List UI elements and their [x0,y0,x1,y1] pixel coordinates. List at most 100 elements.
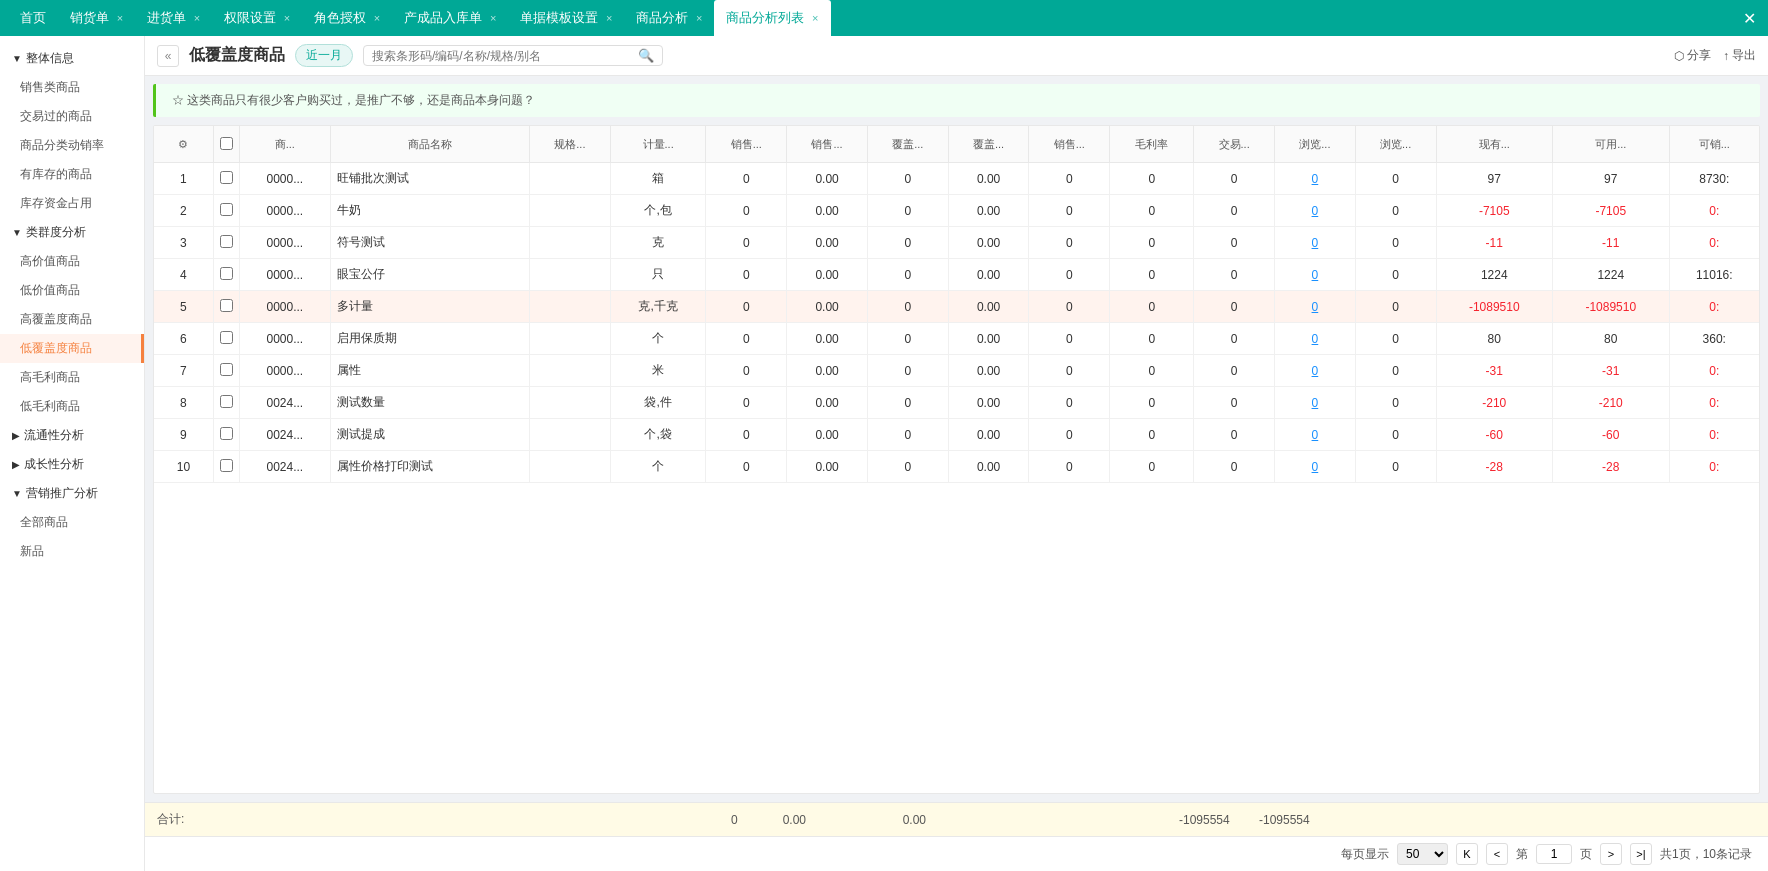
row-coverage1: 0 [867,227,948,259]
sidebar-item-low-coverage[interactable]: 低覆盖度商品 [0,334,144,363]
page-size-select[interactable]: 50 20 100 [1397,843,1448,865]
sidebar-section-quality[interactable]: ▼ 类群度分析 [0,218,144,247]
row-current-stock: 97 [1436,163,1552,195]
row-checkbox[interactable] [220,171,233,184]
collapse-sidebar-button[interactable]: « [157,45,179,67]
close-purchase-icon[interactable]: × [194,12,200,24]
row-checkbox[interactable] [220,363,233,376]
row-checkbox[interactable] [220,203,233,216]
sidebar-item-new-products[interactable]: 新品 [0,537,144,566]
nav-item-analytics[interactable]: 商品分析 × [624,0,714,36]
row-checkbox-cell[interactable] [213,387,239,419]
sidebar-item-traded-products[interactable]: 交易过的商品 [0,102,144,131]
sidebar-section-growth[interactable]: ▶ 成长性分析 [0,450,144,479]
row-checkbox-cell[interactable] [213,451,239,483]
sidebar-item-all-products[interactable]: 全部商品 [0,508,144,537]
close-products-icon[interactable]: × [490,12,496,24]
first-page-button[interactable]: K [1456,843,1478,865]
nav-item-roles[interactable]: 角色授权 × [302,0,392,36]
row-current-stock: 80 [1436,323,1552,355]
sidebar-item-low-value[interactable]: 低价值商品 [0,276,144,305]
nav-item-sales[interactable]: 销货单 × [58,0,135,36]
row-code: 0000... [239,227,330,259]
sidebar-section-flow[interactable]: ▶ 流通性分析 [0,421,144,450]
next-page-button[interactable]: > [1600,843,1622,865]
nav-item-templates[interactable]: 单据模板设置 × [508,0,624,36]
row-checkbox-cell[interactable] [213,355,239,387]
close-templates-icon[interactable]: × [606,12,612,24]
last-page-button[interactable]: >| [1630,843,1652,865]
sidebar-section-overall[interactable]: ▼ 整体信息 [0,44,144,73]
settings-icon[interactable]: ⚙ [173,134,193,154]
row-name: 眼宝公仔 [330,259,529,291]
row-coverage1: 0 [867,195,948,227]
sidebar-item-sales-products[interactable]: 销售类商品 [0,73,144,102]
sidebar-item-low-profit[interactable]: 低毛利商品 [0,392,144,421]
sidebar-item-high-profit[interactable]: 高毛利商品 [0,363,144,392]
row-browse1[interactable]: 0 [1275,323,1356,355]
row-browse1[interactable]: 0 [1275,355,1356,387]
row-checkbox[interactable] [220,459,233,472]
row-checkbox[interactable] [220,331,233,344]
close-all-icon[interactable]: ✕ [1743,9,1756,28]
select-all-checkbox[interactable] [220,137,233,150]
row-browse1[interactable]: 0 [1275,419,1356,451]
nav-item-permissions[interactable]: 权限设置 × [212,0,302,36]
row-gross-rate: 0 [1110,259,1194,291]
row-browse1[interactable]: 0 [1275,387,1356,419]
row-browse1[interactable]: 0 [1275,227,1356,259]
nav-item-analytics-list[interactable]: 商品分析列表 × [714,0,830,36]
row-checkbox[interactable] [220,427,233,440]
row-checkbox[interactable] [220,267,233,280]
close-analytics-list-icon[interactable]: × [812,12,818,24]
row-current-stock: -31 [1436,355,1552,387]
row-browse1[interactable]: 0 [1275,291,1356,323]
row-code: 0000... [239,323,330,355]
row-browse2: 0 [1355,323,1436,355]
prev-page-button[interactable]: < [1486,843,1508,865]
nav-item-products[interactable]: 产成品入库单 × [392,0,508,36]
filter-recent-month-button[interactable]: 近一月 [295,44,353,67]
row-coverage1: 0 [867,355,948,387]
row-checkbox-cell[interactable] [213,323,239,355]
share-button[interactable]: ⬡ 分享 [1674,47,1711,64]
row-browse1[interactable]: 0 [1275,451,1356,483]
row-checkbox[interactable] [220,235,233,248]
close-permissions-icon[interactable]: × [284,12,290,24]
row-checkbox[interactable] [220,395,233,408]
col-coverage1-header: 覆盖... [867,126,948,163]
row-spec [530,419,611,451]
row-checkbox-cell[interactable] [213,195,239,227]
row-gross-rate: 0 [1110,323,1194,355]
sidebar-item-inventory-products[interactable]: 有库存的商品 [0,160,144,189]
close-roles-icon[interactable]: × [374,12,380,24]
col-settings[interactable]: ⚙ [154,126,213,163]
close-analytics-icon[interactable]: × [696,12,702,24]
row-browse2: 0 [1355,259,1436,291]
search-input[interactable] [372,49,638,63]
page-number-input[interactable] [1536,844,1572,864]
row-saleable: 0: [1669,195,1759,227]
row-checkbox-cell[interactable] [213,291,239,323]
row-browse1[interactable]: 0 [1275,259,1356,291]
row-checkbox-cell[interactable] [213,259,239,291]
col-checkbox-header[interactable] [213,126,239,163]
nav-item-home[interactable]: 首页 [8,0,58,36]
row-checkbox[interactable] [220,299,233,312]
row-checkbox-cell[interactable] [213,163,239,195]
export-button[interactable]: ↑ 导出 [1723,47,1756,64]
row-browse1[interactable]: 0 [1275,163,1356,195]
sidebar-item-high-coverage[interactable]: 高覆盖度商品 [0,305,144,334]
sidebar-item-category-dynamic[interactable]: 商品分类动销率 [0,131,144,160]
nav-item-purchase[interactable]: 进货单 × [135,0,212,36]
total-label: 合计: [157,811,184,828]
sidebar-section-marketing[interactable]: ▼ 营销推广分析 [0,479,144,508]
close-sales-icon[interactable]: × [117,12,123,24]
sidebar-item-inventory-capital[interactable]: 库存资金占用 [0,189,144,218]
row-spec [530,387,611,419]
row-checkbox-cell[interactable] [213,419,239,451]
sidebar-item-high-value[interactable]: 高价值商品 [0,247,144,276]
row-browse1[interactable]: 0 [1275,195,1356,227]
col-sales-amt-header: 销售... [787,126,868,163]
row-checkbox-cell[interactable] [213,227,239,259]
